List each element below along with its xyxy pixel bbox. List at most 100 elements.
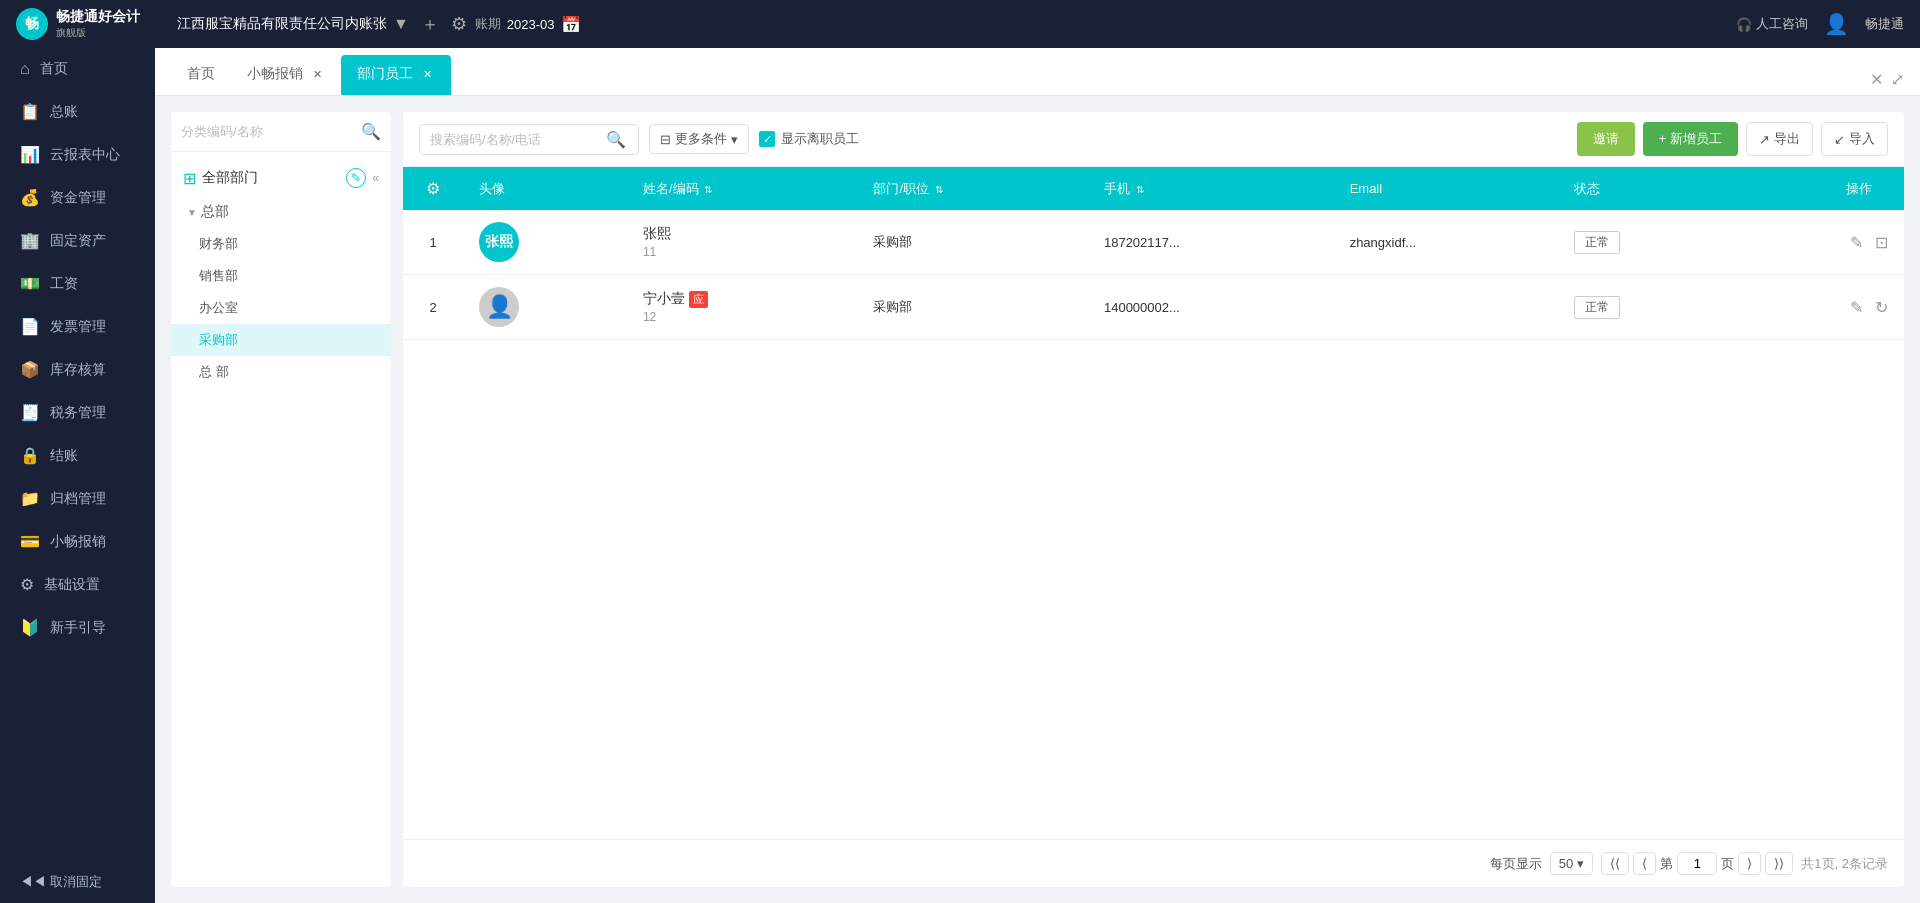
sidebar-label-invoice: 发票管理: [50, 318, 106, 336]
avatar-icon: 👤: [1824, 12, 1849, 36]
per-page-select[interactable]: 50 ▾: [1550, 852, 1593, 875]
calendar-icon[interactable]: 📅: [561, 15, 581, 34]
edit-dept-icon[interactable]: ✎: [346, 168, 366, 188]
sidebar-item-archive[interactable]: 📁 归档管理: [0, 477, 155, 520]
table-body: 1 张熙 张熙 11: [403, 210, 1904, 340]
invite-button[interactable]: 邀请: [1577, 122, 1635, 156]
resigned-checkbox[interactable]: ✓: [759, 131, 775, 147]
customer-service-btn[interactable]: 🎧 人工咨询: [1736, 15, 1808, 33]
import-button[interactable]: ↙ 导入: [1821, 122, 1888, 156]
fund-icon: 💰: [20, 188, 40, 207]
last-page-button[interactable]: ⟩⟩: [1765, 852, 1793, 875]
sidebar-item-expense[interactable]: 💳 小畅报销: [0, 520, 155, 563]
dept-node-purchase[interactable]: 采购部: [171, 324, 391, 356]
all-dept-header[interactable]: ⊞ 全部部门 ✎ «: [171, 160, 391, 196]
sidebar-item-fund[interactable]: 💰 资金管理: [0, 176, 155, 219]
app-badge: 应: [689, 291, 708, 308]
sidebar-pin-toggle[interactable]: ◀◀ 取消固定: [0, 861, 155, 903]
page-input[interactable]: [1677, 852, 1717, 875]
dept-group-hq-header[interactable]: ▼ 总部: [171, 196, 391, 228]
app-logo: 畅: [16, 8, 48, 40]
dept-panel: 🔍 ⊞ 全部部门 ✎ « ▼ 总部 财: [171, 112, 391, 887]
sidebar-item-tax[interactable]: 🧾 税务管理: [0, 391, 155, 434]
export-icon: ↗: [1759, 132, 1770, 147]
dept-group-hq: ▼ 总部 财务部 销售部 办公室 采购部: [171, 196, 391, 388]
prev-page-button[interactable]: ⟨: [1633, 852, 1656, 875]
dept-search-input[interactable]: [181, 124, 361, 139]
dept-node-office[interactable]: 办公室: [171, 292, 391, 324]
sidebar-item-home[interactable]: ⌂ 首页: [0, 48, 155, 90]
collapse-icon[interactable]: «: [372, 171, 379, 185]
sidebar-item-payroll[interactable]: 💵 工资: [0, 262, 155, 305]
edit-icon[interactable]: ✎: [1850, 298, 1863, 317]
tab-dept-close[interactable]: ✕: [419, 66, 435, 82]
dept-node-hq2[interactable]: 总 部: [171, 356, 391, 388]
first-page-button[interactable]: ⟨⟨: [1601, 852, 1629, 875]
tab-expense-close[interactable]: ✕: [309, 66, 325, 82]
tab-expense[interactable]: 小畅报销 ✕: [231, 55, 341, 95]
per-page-label: 每页显示: [1490, 855, 1542, 873]
tab-home[interactable]: 首页: [171, 55, 231, 95]
sidebar: ⌂ 首页 📋 总账 📊 云报表中心 💰 资金管理 🏢 固定资产 💵 工资 📄 发…: [0, 48, 155, 903]
col-dept-label: 部门/职位: [873, 181, 929, 196]
guide-icon: 🔰: [20, 618, 40, 637]
next-page-button[interactable]: ⟩: [1738, 852, 1761, 875]
dept-search-bar: 🔍: [171, 112, 391, 152]
sidebar-item-inventory[interactable]: 📦 库存核算: [0, 348, 155, 391]
sidebar-item-close[interactable]: 🔒 结账: [0, 434, 155, 477]
sidebar-item-invoice[interactable]: 📄 发票管理: [0, 305, 155, 348]
employee-search-input[interactable]: [430, 132, 600, 147]
toolbar-right: 邀请 + 新增员工 ↗ 导出 ↙ 导入: [1577, 122, 1888, 156]
show-resigned-toggle[interactable]: ✓ 显示离职员工: [759, 130, 859, 148]
filter-label: 更多条件: [675, 130, 727, 148]
payroll-icon: 💵: [20, 274, 40, 293]
company-dropdown-icon[interactable]: ▼: [393, 15, 409, 33]
employee-table: ⚙ 头像 姓名/编码 ⇅ 部门/职位: [403, 167, 1904, 839]
col-name[interactable]: 姓名/编码 ⇅: [627, 167, 858, 210]
refresh-icon[interactable]: ↻: [1875, 298, 1888, 317]
add-employee-button[interactable]: + 新增员工: [1643, 122, 1738, 156]
main-layout: ⌂ 首页 📋 总账 📊 云报表中心 💰 资金管理 🏢 固定资产 💵 工资 📄 发…: [0, 48, 1920, 903]
table-row: 1 张熙 张熙 11: [403, 210, 1904, 275]
sidebar-label-reports: 云报表中心: [50, 146, 120, 164]
content-area: 首页 小畅报销 ✕ 部门员工 ✕ ✕ ⤢ 🔍: [155, 48, 1920, 903]
sidebar-item-settings[interactable]: ⚙ 基础设置: [0, 563, 155, 606]
row2-dept-cell: 采购部: [857, 275, 1088, 340]
col-phone[interactable]: 手机 ⇅: [1088, 167, 1334, 210]
row1-name-code: 张熙 11: [643, 225, 842, 259]
sidebar-label-tax: 税务管理: [50, 404, 106, 422]
sidebar-item-reports[interactable]: 📊 云报表中心: [0, 133, 155, 176]
employees-table-element: ⚙ 头像 姓名/编码 ⇅ 部门/职位: [403, 167, 1904, 340]
col-dept[interactable]: 部门/职位 ⇅: [857, 167, 1088, 210]
close-accounts-icon: 🔒: [20, 446, 40, 465]
export-button[interactable]: ↗ 导出: [1746, 122, 1813, 156]
sidebar-item-guide[interactable]: 🔰 新手引导: [0, 606, 155, 649]
employee-search-icon[interactable]: 🔍: [606, 130, 626, 149]
add-company-icon[interactable]: ＋: [421, 12, 439, 36]
row2-emp-name: 宁小壹: [643, 290, 685, 308]
settings-gear-icon[interactable]: ⚙: [451, 13, 467, 35]
company-name[interactable]: 江西服宝精品有限责任公司内账张: [177, 15, 387, 33]
sidebar-label-close: 结账: [50, 447, 78, 465]
page-suffix: 页: [1721, 855, 1734, 873]
sidebar-item-ledger[interactable]: 📋 总账: [0, 90, 155, 133]
edit-icon[interactable]: ✎: [1850, 233, 1863, 252]
sidebar-item-fixed-assets[interactable]: 🏢 固定资产: [0, 219, 155, 262]
dept-node-sales[interactable]: 销售部: [171, 260, 391, 292]
settings-col-icon[interactable]: ⚙: [426, 180, 440, 197]
row2-index: 2: [403, 275, 463, 340]
row2-name-code: 宁小壹 应 12: [643, 290, 842, 324]
show-resigned-label: 显示离职员工: [781, 130, 859, 148]
tab-expand-icon[interactable]: ⤢: [1891, 70, 1904, 89]
more-filter-button[interactable]: ⊟ 更多条件 ▾: [649, 124, 749, 154]
tab-dept-employee[interactable]: 部门员工 ✕: [341, 55, 451, 95]
period-label: 账期: [475, 15, 501, 33]
tab-close-window-icon[interactable]: ✕: [1870, 70, 1883, 89]
status-badge: 正常: [1574, 296, 1620, 319]
dept-search-icon[interactable]: 🔍: [361, 122, 381, 141]
dept-node-finance[interactable]: 财务部: [171, 228, 391, 260]
row2-name-cell: 宁小壹 应 12: [627, 275, 858, 340]
dept-office-label: 办公室: [199, 300, 238, 315]
reports-icon: 📊: [20, 145, 40, 164]
delete-icon[interactable]: ⊡: [1875, 233, 1888, 252]
